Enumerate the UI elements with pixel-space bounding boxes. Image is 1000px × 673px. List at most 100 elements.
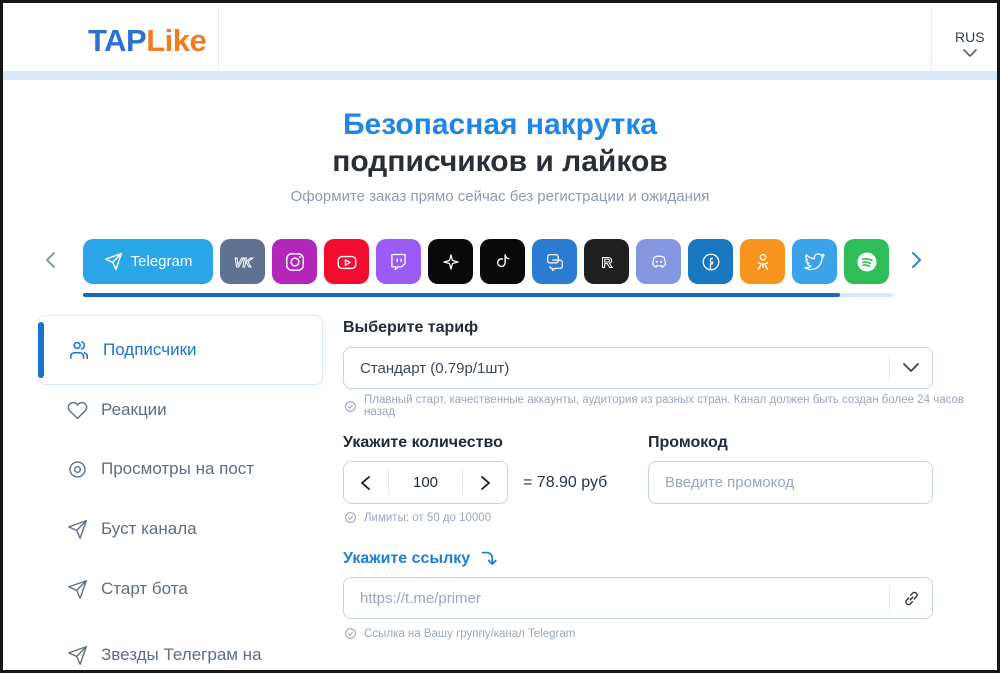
link-paste-button[interactable]: [890, 589, 932, 608]
language-label: RUS: [955, 29, 985, 45]
quantity-increase-button[interactable]: [463, 462, 507, 503]
logo-like: Like: [146, 23, 207, 58]
chevron-left-icon: [46, 252, 55, 268]
vk-icon: VK: [233, 254, 254, 270]
sidebar-item-label: Реакции: [101, 400, 167, 419]
header-divider: [218, 8, 219, 71]
page-title-line2: подписчиков и лайков: [332, 145, 668, 178]
network-tab-tiktok[interactable]: [480, 239, 525, 284]
chevron-right-icon: [481, 475, 490, 490]
discord-icon: [651, 255, 666, 268]
instagram-icon: [285, 252, 304, 271]
paper-plane-icon: [68, 519, 87, 539]
svg-text:R: R: [601, 254, 612, 271]
sidebar-item-label: Буст канала: [101, 519, 197, 538]
page-subtitle: Оформите заказ прямо сейчас без регистра…: [290, 188, 710, 205]
network-tab-rutube[interactable]: R: [584, 239, 629, 284]
network-tab-discord[interactable]: [636, 239, 681, 284]
sidebar-item-subscribers[interactable]: Подписчики: [38, 315, 323, 385]
network-carousel: Telegram VK R: [83, 239, 889, 284]
telegram-paper-plane-icon: [104, 252, 122, 271]
network-tab-sparkle[interactable]: [428, 239, 473, 284]
network-tab-chat-bubbles[interactable]: [532, 239, 577, 284]
carousel-next-button[interactable]: [908, 250, 924, 275]
sidebar-item-label: Подписчики: [103, 340, 197, 359]
chain-link-icon: [904, 591, 918, 605]
network-tab-odnoklassniki[interactable]: [740, 239, 785, 284]
heart-icon: [67, 401, 88, 419]
svg-text:VK: VK: [233, 254, 253, 269]
promo-label: Промокод: [648, 434, 728, 451]
link-field: [343, 577, 933, 619]
sidebar-item-channel-boost[interactable]: Буст канала: [38, 507, 323, 551]
tariff-select-toggle[interactable]: [890, 362, 932, 374]
tariff-hint-text: Плавный старт, качественные аккаунты, ау…: [363, 394, 964, 418]
network-tab-twitch[interactable]: [376, 239, 421, 284]
chevron-right-icon: [912, 252, 921, 268]
network-tab-label: Telegram: [130, 253, 193, 270]
quantity-input[interactable]: [389, 462, 462, 503]
sidebar-item-label: Просмотры на пост: [101, 459, 255, 478]
twitch-icon: [391, 253, 406, 271]
language-switcher[interactable]: RUS: [955, 29, 985, 57]
sidebar-item-reactions[interactable]: Реакции: [38, 388, 323, 432]
curved-arrow-down-icon: [481, 551, 497, 565]
twitter-bird-icon: [804, 253, 825, 271]
link-input[interactable]: [344, 589, 889, 607]
header-separator: [3, 71, 997, 80]
page-title: Безопасная накрутка подписчиков и лайков: [3, 106, 997, 180]
network-tab-youtube[interactable]: [324, 239, 369, 284]
sidebar-item-bot-start[interactable]: Старт бота: [38, 567, 323, 611]
sidebar-item-telegram-stars[interactable]: Звезды Телеграм на: [38, 633, 323, 670]
carousel-scrollbar[interactable]: [83, 293, 893, 297]
tiktok-icon: [496, 254, 510, 268]
paper-plane-icon: [68, 645, 87, 665]
youtube-icon: [337, 255, 356, 269]
check-circle-icon: [345, 628, 356, 639]
spotify-icon: [856, 251, 877, 272]
link-label[interactable]: Укажите ссылку: [343, 549, 499, 568]
header-divider: [931, 8, 932, 71]
link-hint: Ссылка на Вашу группу/канал Telegram: [344, 627, 575, 640]
logo-tap: TAP: [88, 23, 147, 58]
price-total: = 78.90 руб: [523, 474, 608, 491]
eye-icon: [69, 460, 86, 478]
hero: Безопасная накрутка подписчиков и лайков …: [3, 106, 997, 205]
tariff-hint: Плавный старт, качественные аккаунты, ау…: [344, 394, 997, 418]
tariff-select[interactable]: Стандарт (0.79р/1шт): [343, 347, 933, 389]
carousel-prev-button[interactable]: [43, 250, 59, 275]
tariff-label: Выберите тариф: [343, 319, 479, 336]
sidebar-item-post-views[interactable]: Просмотры на пост: [38, 447, 323, 491]
network-tab-vk[interactable]: VK: [220, 239, 265, 284]
quantity-stepper: [343, 461, 508, 504]
network-tab-spotify[interactable]: [844, 239, 889, 284]
network-tab-instagram[interactable]: [272, 239, 317, 284]
paper-plane-icon: [68, 579, 87, 599]
sidebar-item-label: Старт бота: [101, 579, 188, 598]
link-label-text: Укажите ссылку: [343, 549, 471, 567]
quantity-label: Укажите количество: [343, 434, 503, 451]
logo[interactable]: TAPLike: [88, 23, 207, 59]
chevron-left-icon: [361, 475, 370, 490]
promo-input[interactable]: [649, 474, 932, 491]
page: TAPLike RUS Безопасная накрутка подписчик…: [0, 0, 1000, 673]
link-hint-text: Ссылка на Вашу группу/канал Telegram: [364, 627, 576, 640]
chevron-down-icon: [903, 363, 919, 372]
users-icon: [69, 341, 89, 360]
carousel-scrollbar-thumb: [83, 293, 841, 297]
network-tab-facebook[interactable]: [688, 239, 733, 284]
sparkle-icon: [442, 253, 459, 270]
quantity-hint: Лимиты: от 50 до 10000: [344, 511, 491, 524]
tariff-selected-value: Стандарт (0.79р/1шт): [360, 359, 510, 377]
network-tab-twitter[interactable]: [792, 239, 837, 284]
promo-field: [648, 461, 933, 504]
facebook-icon: [702, 253, 719, 270]
odnoklassniki-icon: [757, 253, 768, 270]
check-circle-icon: [345, 400, 356, 412]
quantity-decrease-button[interactable]: [344, 462, 388, 503]
network-tab-telegram[interactable]: Telegram: [83, 239, 213, 284]
chevron-down-icon: [962, 49, 977, 57]
rutube-icon: R: [601, 253, 613, 271]
quantity-hint-text: Лимиты: от 50 до 10000: [364, 511, 492, 524]
page-title-line1: Безопасная накрутка: [342, 108, 658, 141]
